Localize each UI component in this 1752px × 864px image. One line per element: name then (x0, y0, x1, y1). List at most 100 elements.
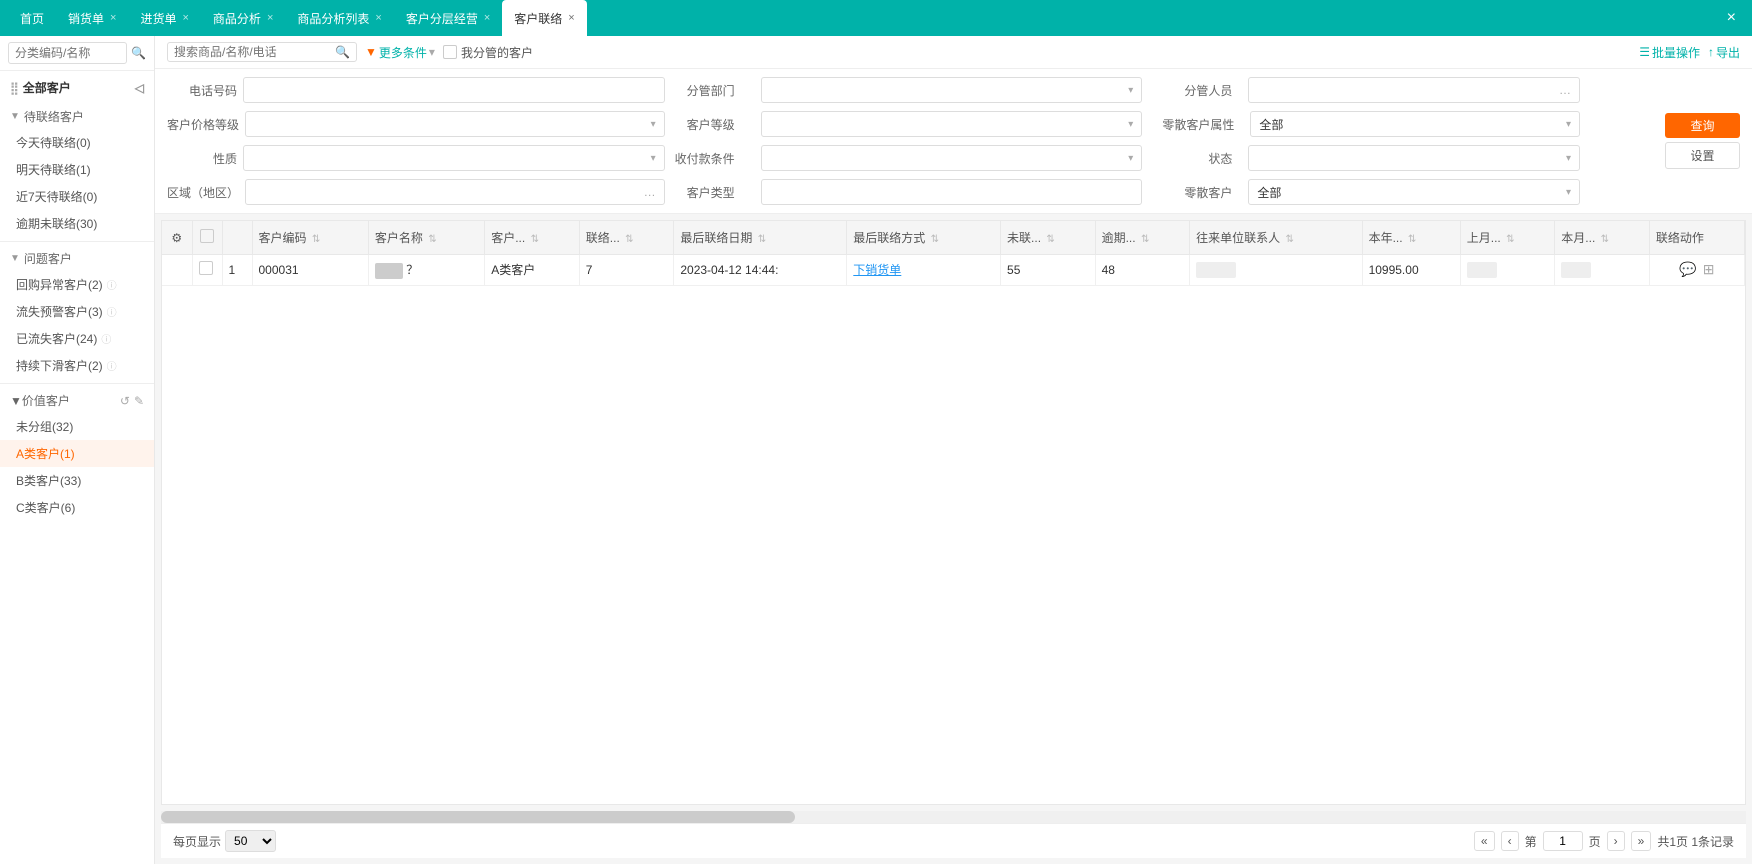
sort-code-icon[interactable]: ⇅ (312, 234, 320, 245)
nav-purchase[interactable]: 进货单 × (128, 0, 200, 36)
close-sales-tab[interactable]: × (110, 12, 116, 24)
filter-bar: 🔍 ▼ 更多条件 ▾ 我分管的客户 ☰ 批量操作 ↑ 导出 (155, 36, 1752, 69)
sidebar-item-abnormal[interactable]: 回购异常客户(2) ⓘ (0, 271, 154, 298)
customer-type-input[interactable] (761, 179, 1143, 205)
department-select[interactable]: ▾ (761, 77, 1143, 103)
batch-op-icon: ☰ (1639, 45, 1650, 59)
scatter-attr-select[interactable]: 全部 ▾ (1250, 111, 1580, 137)
filter-price-level: 客户价格等级 ▾ (167, 111, 665, 137)
sidebar-item-today[interactable]: 今天待联络(0) (0, 129, 154, 156)
sidebar-all-customers-header: ⣿ 全部客户 ◁ (0, 71, 154, 104)
scatter-customer-select[interactable]: 全部 ▾ (1248, 179, 1580, 205)
table-row: 1 000031 ？ A类客户 7 2023-04-12 14:44: 下销货单… (162, 255, 1745, 286)
th-checkbox (192, 221, 222, 255)
sort-overdue-icon[interactable]: ⇅ (1141, 234, 1149, 245)
sidebar-item-7days[interactable]: 近7天待联络(0) (0, 183, 154, 210)
next-page-btn[interactable]: › (1607, 831, 1625, 851)
nature-select[interactable]: ▾ (243, 145, 665, 171)
nav-analysis-list[interactable]: 商品分析列表 × (285, 0, 393, 36)
close-analysis-list-tab[interactable]: × (375, 12, 381, 24)
close-purchase-tab[interactable]: × (182, 12, 188, 24)
prev-page-btn[interactable]: ‹ (1501, 831, 1519, 851)
filter-search-input[interactable] (174, 45, 335, 59)
sort-contact-icon[interactable]: ⇅ (625, 234, 633, 245)
nav-analysis[interactable]: 商品分析 × (201, 0, 285, 36)
page-number-input[interactable] (1543, 831, 1583, 851)
batch-op-btn[interactable]: ☰ 批量操作 (1639, 44, 1700, 61)
sidebar-item-churn-warning[interactable]: 流失预警客户(3) ⓘ (0, 298, 154, 325)
refresh-icon[interactable]: ↺ (120, 394, 130, 408)
sort-date-icon[interactable]: ⇅ (758, 234, 766, 245)
sidebar-item-churned[interactable]: 已流失客户(24) ⓘ (0, 325, 154, 352)
sort-type-icon[interactable]: ⇅ (531, 234, 539, 245)
cell-type: A类客户 (485, 255, 580, 286)
row-checkbox[interactable] (199, 261, 213, 275)
sidebar-item-class-c[interactable]: C类客户(6) (0, 494, 154, 521)
my-customer-checkbox[interactable]: 我分管的客户 (443, 44, 533, 61)
sidebar-item-class-a[interactable]: A类客户(1) (0, 440, 154, 467)
cell-name: ？ (368, 255, 484, 286)
chat-icon[interactable]: 💬 (1679, 261, 1696, 278)
th-settings[interactable]: ⚙ (162, 221, 192, 255)
row-action-buttons: 💬 ⊞ (1656, 261, 1738, 278)
sidebar-item-class-b[interactable]: B类客户(33) (0, 467, 154, 494)
filter-customer-level: 客户等级 ▾ (665, 111, 1163, 137)
sort-this-year-icon[interactable]: ⇅ (1408, 234, 1416, 245)
phone-input[interactable] (243, 77, 665, 103)
qrcode-icon[interactable]: ⊞ (1703, 261, 1715, 278)
sort-contact-person-icon[interactable]: ⇅ (1286, 234, 1294, 245)
sidebar-item-tomorrow[interactable]: 明天待联络(1) (0, 156, 154, 183)
cell-contact: 7 (579, 255, 674, 286)
my-customer-check[interactable] (443, 45, 457, 59)
nav-customer-contact[interactable]: 客户联络 × (502, 0, 586, 36)
sort-not-contact-icon[interactable]: ⇅ (1046, 234, 1054, 245)
last-page-btn[interactable]: » (1631, 831, 1652, 851)
sidebar-item-declining[interactable]: 持续下滑客户(2) ⓘ (0, 352, 154, 379)
customer-level-select[interactable]: ▾ (761, 111, 1143, 137)
sidebar-item-overdue[interactable]: 逾期未联络(30) (0, 210, 154, 237)
price-level-select[interactable]: ▾ (245, 111, 665, 137)
status-select[interactable]: ▾ (1248, 145, 1580, 171)
first-page-btn[interactable]: « (1474, 831, 1495, 851)
last-month-placeholder (1467, 262, 1497, 278)
th-this-year: 本年... ⇅ (1362, 221, 1460, 255)
close-customer-segment-tab[interactable]: × (484, 12, 490, 24)
th-num (222, 221, 252, 255)
region-input[interactable]: … (245, 179, 665, 205)
close-analysis-tab[interactable]: × (267, 12, 273, 24)
sidebar-collapse-icon[interactable]: ◁ (135, 81, 144, 95)
filter-nature: 性质 ▾ (167, 145, 665, 171)
th-actions: 联络动作 (1649, 221, 1744, 255)
per-page-select[interactable]: 50 100 200 (225, 830, 276, 852)
last-method-link[interactable]: 下销货单 (853, 263, 901, 277)
sidebar-search-icon[interactable]: 🔍 (131, 46, 146, 60)
sort-this-month-icon[interactable]: ⇅ (1601, 234, 1609, 245)
header-checkbox[interactable] (200, 229, 214, 243)
sort-name-icon[interactable]: ⇅ (428, 234, 436, 245)
edit-icon[interactable]: ✎ (134, 394, 144, 408)
th-contact-person: 往来单位联系人 ⇅ (1190, 221, 1362, 255)
person-input[interactable]: … (1248, 77, 1580, 103)
horizontal-scrollbar[interactable] (161, 811, 1746, 823)
sort-last-month-icon[interactable]: ⇅ (1506, 234, 1514, 245)
scrollbar-thumb[interactable] (161, 811, 795, 823)
settings-btn[interactable]: 设置 (1665, 142, 1740, 169)
sidebar-search-input[interactable] (8, 42, 127, 64)
payment-select[interactable]: ▾ (761, 145, 1143, 171)
sort-method-icon[interactable]: ⇅ (931, 234, 939, 245)
window-close-btn[interactable]: × (1719, 9, 1744, 27)
more-filter-btn[interactable]: ▼ 更多条件 ▾ (365, 44, 435, 61)
nav-home[interactable]: 首页 (8, 0, 56, 36)
table-header-row: ⚙ 客户编码 ⇅ 客户名称 ⇅ (162, 221, 1745, 255)
export-btn[interactable]: ↑ 导出 (1708, 44, 1740, 61)
th-this-month: 本月... ⇅ (1555, 221, 1650, 255)
sidebar-item-ungroup[interactable]: 未分组(32) (0, 413, 154, 440)
info-icon-abnormal: ⓘ (107, 277, 117, 292)
close-customer-contact-tab[interactable]: × (568, 12, 574, 24)
advanced-filter: 电话号码 分管部门 ▾ 分管人员 … (155, 69, 1752, 214)
nav-sales[interactable]: 销货单 × (56, 0, 128, 36)
nav-customer-segment[interactable]: 客户分层经营 × (394, 0, 502, 36)
query-btn[interactable]: 查询 (1665, 113, 1740, 138)
filter-search-icon[interactable]: 🔍 (335, 45, 350, 59)
info-icon-declining: ⓘ (107, 358, 117, 373)
